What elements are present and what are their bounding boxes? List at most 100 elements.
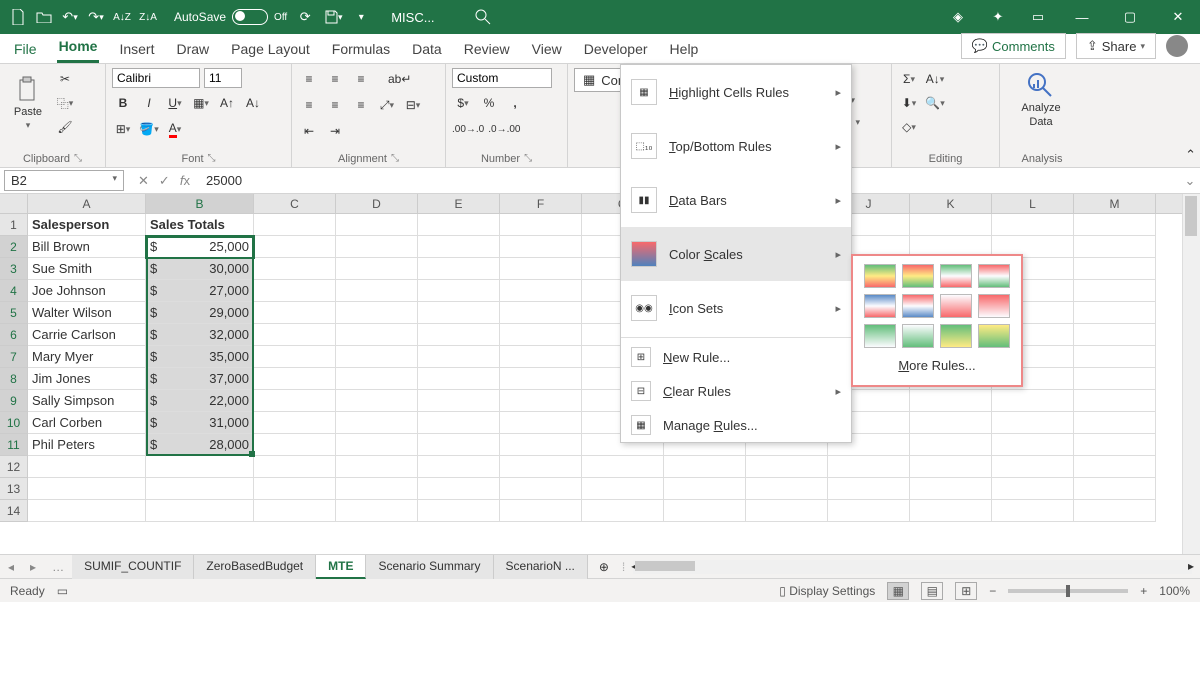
- tab-data[interactable]: Data: [410, 35, 444, 63]
- font-launcher-icon[interactable]: ⤡: [208, 153, 216, 165]
- cell-D12[interactable]: [336, 456, 418, 478]
- save-icon[interactable]: ▾: [323, 7, 343, 27]
- row-header-7[interactable]: 7: [0, 346, 28, 368]
- toggle-switch-icon[interactable]: [232, 9, 268, 25]
- cell-B11[interactable]: $28,000: [146, 434, 254, 456]
- column-header-L[interactable]: L: [992, 194, 1074, 213]
- copy-icon[interactable]: ⿻▾: [54, 92, 76, 114]
- cell-C7[interactable]: [254, 346, 336, 368]
- cell-I14[interactable]: [746, 500, 828, 522]
- sort-desc-icon[interactable]: Z↓A: [138, 7, 158, 27]
- cell-B9[interactable]: $22,000: [146, 390, 254, 412]
- cell-K9[interactable]: [910, 390, 992, 412]
- cell-L14[interactable]: [992, 500, 1074, 522]
- cell-B12[interactable]: [146, 456, 254, 478]
- color-scale-option-4[interactable]: [978, 264, 1010, 288]
- cell-A1[interactable]: Salesperson: [28, 214, 146, 236]
- cell-C12[interactable]: [254, 456, 336, 478]
- fill-icon[interactable]: ⬇▾: [898, 92, 920, 114]
- fx-icon[interactable]: fx: [180, 173, 190, 189]
- cell-F10[interactable]: [500, 412, 582, 434]
- row-header-2[interactable]: 2: [0, 236, 28, 258]
- cell-F7[interactable]: [500, 346, 582, 368]
- alignment-launcher-icon[interactable]: ⤡: [391, 153, 399, 165]
- user-avatar[interactable]: [1166, 35, 1188, 57]
- cell-B14[interactable]: [146, 500, 254, 522]
- align-right-icon[interactable]: ≡: [350, 94, 372, 116]
- sheet-nav-prev[interactable]: ◂: [0, 560, 22, 574]
- normal-view-icon[interactable]: ▦: [887, 582, 909, 600]
- tab-review[interactable]: Review: [462, 35, 512, 63]
- zoom-out-button[interactable]: −: [989, 584, 996, 598]
- decrease-font-icon[interactable]: A↓: [242, 92, 264, 114]
- cell-K14[interactable]: [910, 500, 992, 522]
- zoom-level[interactable]: 100%: [1159, 584, 1190, 598]
- ribbon-mode-icon[interactable]: ▭: [1028, 7, 1048, 27]
- cell-D5[interactable]: [336, 302, 418, 324]
- cell-D11[interactable]: [336, 434, 418, 456]
- cell-A13[interactable]: [28, 478, 146, 500]
- cell-D14[interactable]: [336, 500, 418, 522]
- column-header-A[interactable]: A: [28, 194, 146, 213]
- sheet-tab-scenario-summary[interactable]: Scenario Summary: [366, 555, 493, 579]
- align-top-icon[interactable]: ≡: [298, 68, 320, 90]
- name-box[interactable]: B2▾: [4, 170, 124, 191]
- cell-D2[interactable]: [336, 236, 418, 258]
- cell-H12[interactable]: [664, 456, 746, 478]
- cell-D8[interactable]: [336, 368, 418, 390]
- cell-B13[interactable]: [146, 478, 254, 500]
- cf-highlight-cells[interactable]: ▦Highlight Cells Rules▸: [621, 65, 851, 119]
- cell-M14[interactable]: [1074, 500, 1156, 522]
- cell-G13[interactable]: [582, 478, 664, 500]
- cell-A4[interactable]: Joe Johnson: [28, 280, 146, 302]
- tab-view[interactable]: View: [530, 35, 564, 63]
- share-button[interactable]: ⇪ Share ▾: [1076, 33, 1156, 59]
- cell-F4[interactable]: [500, 280, 582, 302]
- increase-font-icon[interactable]: A↑: [216, 92, 238, 114]
- align-center-icon[interactable]: ≡: [324, 94, 346, 116]
- cell-E4[interactable]: [418, 280, 500, 302]
- increase-indent-icon[interactable]: ⇥: [324, 120, 346, 142]
- cell-A14[interactable]: [28, 500, 146, 522]
- find-icon[interactable]: 🔍▾: [924, 92, 946, 114]
- autosave-toggle[interactable]: AutoSave Off: [174, 9, 287, 25]
- collapse-ribbon-icon[interactable]: ⌃: [1185, 147, 1196, 163]
- close-button[interactable]: ✕: [1164, 3, 1192, 31]
- cell-B8[interactable]: $37,000: [146, 368, 254, 390]
- cell-E6[interactable]: [418, 324, 500, 346]
- cell-K1[interactable]: [910, 214, 992, 236]
- undo-icon[interactable]: ↶▾: [60, 7, 80, 27]
- cell-A6[interactable]: Carrie Carlson: [28, 324, 146, 346]
- cell-F5[interactable]: [500, 302, 582, 324]
- cell-E8[interactable]: [418, 368, 500, 390]
- cell-G14[interactable]: [582, 500, 664, 522]
- border-button[interactable]: ▦▾: [190, 92, 212, 114]
- enter-formula-icon[interactable]: ✓: [159, 173, 170, 189]
- analyze-data-button[interactable]: Analyze Data: [1006, 68, 1076, 132]
- clipboard-launcher-icon[interactable]: ⤡: [74, 153, 82, 165]
- cell-E13[interactable]: [418, 478, 500, 500]
- comma-format-icon[interactable]: ,: [504, 92, 526, 114]
- cell-C14[interactable]: [254, 500, 336, 522]
- sheet-tab-sumif-countif[interactable]: SUMIF_COUNTIF: [72, 555, 194, 579]
- color-scale-option-8[interactable]: [978, 294, 1010, 318]
- cell-D3[interactable]: [336, 258, 418, 280]
- column-header-B[interactable]: B: [146, 194, 254, 213]
- cf-top-bottom[interactable]: ⬚₁₀Top/Bottom Rules▸: [621, 119, 851, 173]
- cell-A2[interactable]: Bill Brown: [28, 236, 146, 258]
- clear-icon[interactable]: ◇▾: [898, 116, 920, 138]
- cell-C9[interactable]: [254, 390, 336, 412]
- expand-formula-bar-icon[interactable]: ⌄: [1180, 173, 1200, 189]
- cell-M4[interactable]: [1074, 280, 1156, 302]
- cell-L10[interactable]: [992, 412, 1074, 434]
- open-file-icon[interactable]: [34, 7, 54, 27]
- column-header-D[interactable]: D: [336, 194, 418, 213]
- diamond-icon[interactable]: ◈: [948, 7, 968, 27]
- more-rules-button[interactable]: More Rules...: [861, 348, 1013, 377]
- select-all-corner[interactable]: [0, 194, 28, 214]
- cell-C2[interactable]: [254, 236, 336, 258]
- cell-C4[interactable]: [254, 280, 336, 302]
- cut-icon[interactable]: ✂: [54, 68, 76, 90]
- add-sheet-button[interactable]: ⊕: [594, 560, 614, 574]
- row-header-13[interactable]: 13: [0, 478, 28, 500]
